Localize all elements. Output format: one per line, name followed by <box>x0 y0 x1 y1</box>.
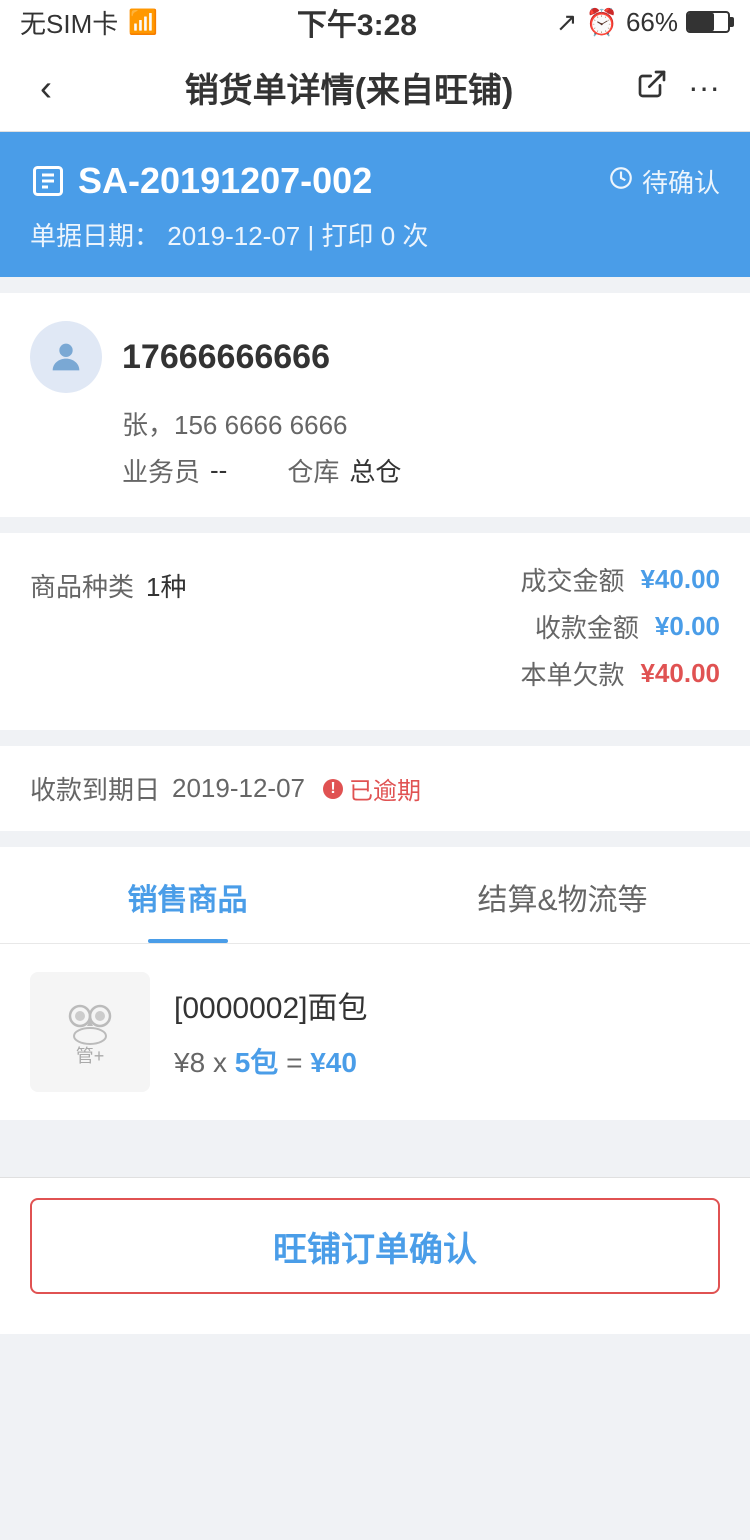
transaction-amount: 成交金额 ¥40.00 <box>520 561 720 598</box>
overdue-icon: ! <box>323 779 343 799</box>
product-type-label: 商品种类 <box>30 567 134 604</box>
overdue-text: 已逾期 <box>349 771 421 806</box>
received-amount: 收款金额 ¥0.00 <box>520 608 720 645</box>
product-name: [0000002]面包 <box>174 983 720 1027</box>
product-qty: 5包 <box>235 1047 279 1078</box>
status-bar: 无SIM卡 📶 下午3:28 ↗ ⏰ 66% <box>0 0 750 44</box>
product-thumbnail: 管+ <box>30 972 150 1092</box>
tab-sales-products[interactable]: 销售商品 <box>0 847 375 943</box>
due-section: 收款到期日 2019-12-07 ! 已逾期 <box>0 746 750 831</box>
status-bar-right: ↗ ⏰ 66% <box>556 7 730 38</box>
financial-row: 商品种类 1种 成交金额 ¥40.00 收款金额 ¥0.00 本单欠款 ¥40.… <box>30 561 720 702</box>
status-text: 待确认 <box>642 163 720 200</box>
customer-section: 17666666666 张，156 6666 6666 业务员 -- 仓库 总仓 <box>0 293 750 517</box>
product-multiply: x <box>213 1047 227 1078</box>
overdue-badge: ! 已逾期 <box>323 771 421 806</box>
product-total: ¥40 <box>310 1047 357 1078</box>
product-item: 管+ [0000002]面包 ¥8 x 5包 = ¥40 <box>0 944 750 1120</box>
product-info: [0000002]面包 ¥8 x 5包 = ¥40 <box>174 983 720 1081</box>
due-date-value: 2019-12-07 <box>172 773 305 804</box>
order-icon <box>30 163 66 199</box>
carrier-label: 无SIM卡 <box>20 4 118 41</box>
warehouse-label: 仓库 <box>287 452 339 489</box>
battery-icon <box>686 11 730 33</box>
product-thumb-owl-icon: 管+ <box>60 996 120 1068</box>
more-button[interactable]: ··· <box>688 69 720 106</box>
transaction-value: ¥40.00 <box>640 564 720 595</box>
alarm-icon: ⏰ <box>586 7 618 38</box>
share-button[interactable] <box>636 68 668 108</box>
outstanding-label: 本单欠款 <box>520 655 624 692</box>
warehouse-item: 仓库 总仓 <box>287 452 401 489</box>
back-button[interactable]: ‹ <box>30 57 62 119</box>
product-type-value: 1种 <box>146 567 186 604</box>
location-icon: ↗ <box>556 7 578 38</box>
tab-settlement-logistics[interactable]: 结算&物流等 <box>375 847 750 943</box>
customer-meta: 业务员 -- 仓库 总仓 <box>122 452 720 489</box>
product-type: 商品种类 1种 <box>30 561 186 604</box>
received-label: 收款金额 <box>535 608 639 645</box>
nav-bar: ‹ 销货单详情(来自旺铺) ··· <box>0 44 750 132</box>
bottom-bar: 旺铺订单确认 <box>0 1177 750 1334</box>
avatar <box>30 321 102 393</box>
order-date-info: 单据日期： 2019-12-07 | 打印 0 次 <box>30 216 720 253</box>
warehouse-value: 总仓 <box>349 452 401 489</box>
confirm-order-button[interactable]: 旺铺订单确认 <box>30 1198 720 1294</box>
financial-section: 商品种类 1种 成交金额 ¥40.00 收款金额 ¥0.00 本单欠款 ¥40.… <box>0 533 750 730</box>
transaction-label: 成交金额 <box>520 561 624 598</box>
order-status: 待确认 <box>608 163 720 200</box>
tabs-bar: 销售商品 结算&物流等 <box>0 847 750 944</box>
nav-actions: ··· <box>636 68 720 108</box>
product-equals: = <box>286 1047 302 1078</box>
tabs-section: 销售商品 结算&物流等 管+ <box>0 847 750 1120</box>
sales-rep-label: 业务员 <box>122 452 200 489</box>
order-id: SA-20191207-002 <box>30 160 372 202</box>
order-header: SA-20191207-002 待确认 单据日期： 2019-12-07 | 打… <box>0 132 750 277</box>
nav-title: 销货单详情(来自旺铺) <box>185 63 514 112</box>
clock-icon <box>608 165 634 198</box>
sales-rep-item: 业务员 -- <box>122 452 227 489</box>
due-date-label: 收款到期日 <box>30 770 160 807</box>
wifi-icon: 📶 <box>128 8 158 37</box>
financial-amounts: 成交金额 ¥40.00 收款金额 ¥0.00 本单欠款 ¥40.00 <box>520 561 720 702</box>
customer-name: 张，156 6666 6666 <box>122 405 720 442</box>
product-price: ¥8 <box>174 1047 205 1078</box>
customer-row: 17666666666 <box>30 321 720 393</box>
product-price-row: ¥8 x 5包 = ¥40 <box>174 1041 720 1081</box>
battery-percent: 66% <box>626 7 678 38</box>
outstanding-value: ¥40.00 <box>640 658 720 689</box>
sales-rep-value: -- <box>210 455 227 486</box>
outstanding-amount: 本单欠款 ¥40.00 <box>520 655 720 692</box>
customer-phone: 17666666666 <box>122 338 330 377</box>
status-bar-left: 无SIM卡 📶 <box>20 4 158 41</box>
status-bar-time: 下午3:28 <box>297 0 417 44</box>
received-value: ¥0.00 <box>655 611 720 642</box>
